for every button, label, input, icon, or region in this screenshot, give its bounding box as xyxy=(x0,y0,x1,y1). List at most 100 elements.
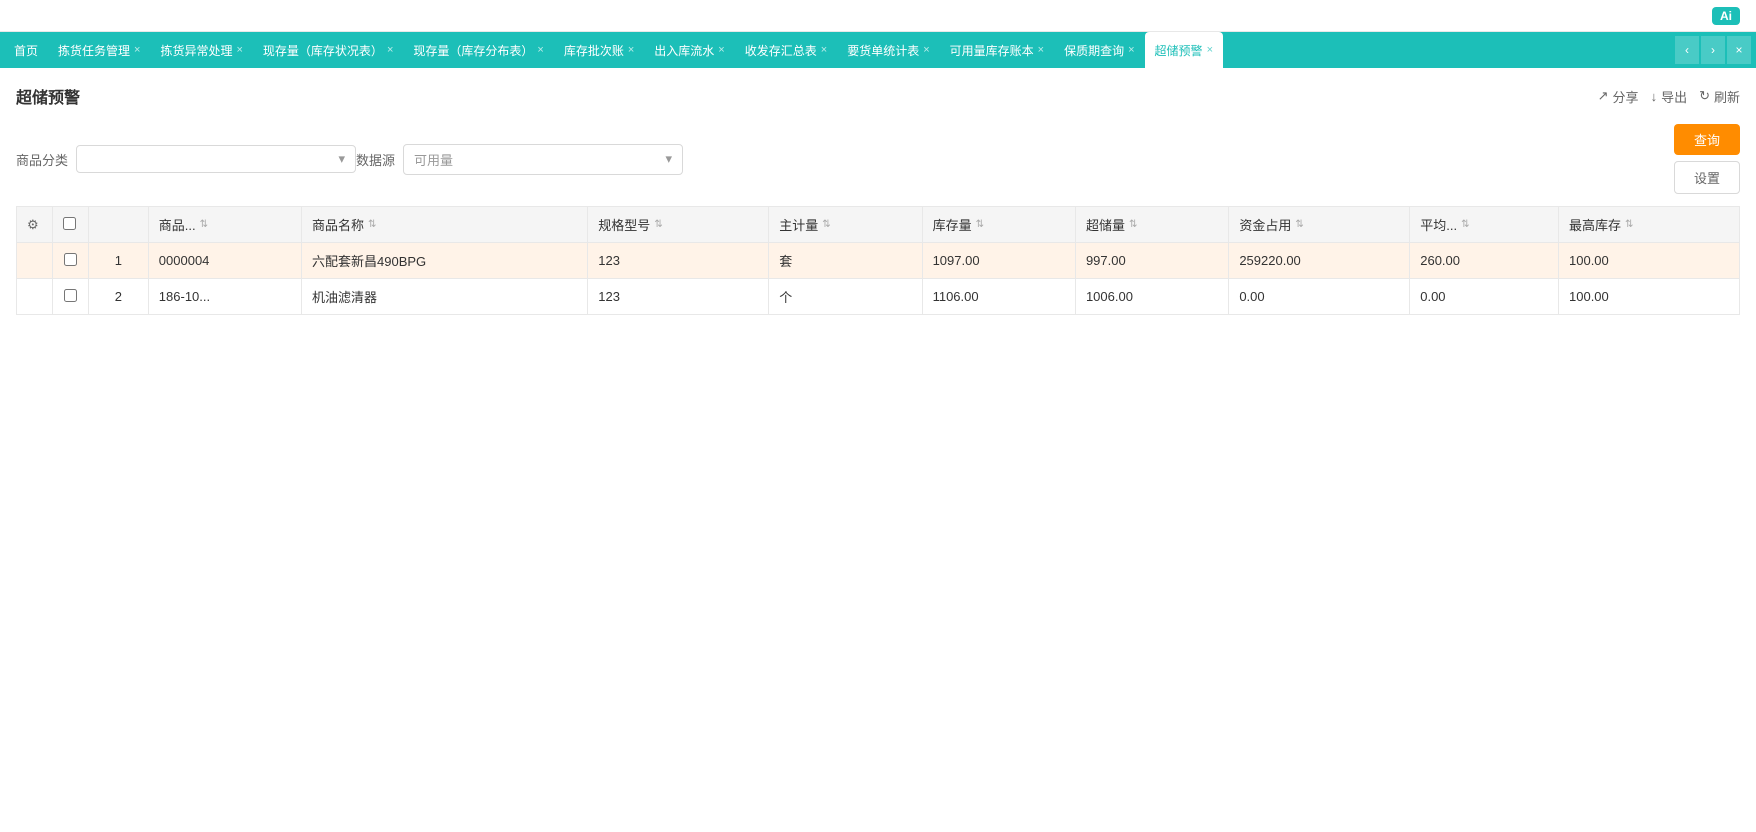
nav-tab-recv-total[interactable]: 收发存汇总表 × xyxy=(735,32,837,68)
col-gear[interactable]: ⚙ xyxy=(17,207,53,243)
nav-tab-inventory-dist[interactable]: 现存量（库存分布表） × xyxy=(403,32,553,68)
select-all-checkbox[interactable] xyxy=(63,217,76,230)
nav-tab-inventory-dist-close[interactable]: × xyxy=(537,44,543,56)
table-header: ⚙ 商品... ⇅ 商品名称 ⇅ xyxy=(17,207,1740,243)
col-spec-sort-icon: ⇅ xyxy=(654,219,662,230)
nav-tab-recv-total-label: 收发存汇总表 xyxy=(745,42,817,59)
col-code-header[interactable]: 商品... ⇅ xyxy=(148,207,301,243)
row-checkbox[interactable] xyxy=(64,253,77,266)
col-stock-header[interactable]: 库存量 ⇅ xyxy=(922,207,1075,243)
refresh-label: 刷新 xyxy=(1714,87,1740,106)
ai-badge: Ai xyxy=(1712,7,1740,25)
category-dropdown-icon: ▾ xyxy=(338,151,345,167)
nav-tab-overstock-warn[interactable]: 超储预警 × xyxy=(1145,32,1223,68)
col-overstock-label: 超储量 xyxy=(1086,215,1125,234)
col-index-header xyxy=(89,207,149,243)
row-max-stock: 100.00 xyxy=(1559,243,1740,279)
col-stock-label: 库存量 xyxy=(933,215,972,234)
nav-tab-recv-total-close[interactable]: × xyxy=(821,44,827,56)
nav-tab-inventory-batch-close[interactable]: × xyxy=(628,44,634,56)
nav-tab-requisition[interactable]: 要货单统计表 × xyxy=(837,32,939,68)
nav-tab-inout-flow-label: 出入库流水 xyxy=(654,42,714,59)
data-table: ⚙ 商品... ⇅ 商品名称 ⇅ xyxy=(16,206,1740,315)
col-overstock-header[interactable]: 超储量 ⇅ xyxy=(1075,207,1228,243)
nav-arrow-close[interactable]: × xyxy=(1727,36,1751,64)
filter-row: 商品分类 ▾ 数据源 可用量 ▾ 查询 设置 xyxy=(16,124,1740,194)
nav-tab-task-mgmt[interactable]: 拣货任务管理 × xyxy=(48,32,150,68)
share-icon: ↗ xyxy=(1598,88,1609,104)
share-button[interactable]: ↗ 分享 xyxy=(1598,87,1639,106)
table-row: 2 186-10... 机油滤清器 123 个 1106.00 1006.00 … xyxy=(17,279,1740,315)
nav-tab-overstock-warn-close[interactable]: × xyxy=(1207,44,1213,56)
nav-tab-exception-label: 拣货异常处理 xyxy=(160,42,232,59)
nav-tab-inventory-status[interactable]: 现存量（库存状况表） × xyxy=(253,32,403,68)
nav-tab-quality-check-label: 保质期查询 xyxy=(1064,42,1124,59)
row-name: 机油滤清器 xyxy=(302,279,588,315)
refresh-button[interactable]: ↻ 刷新 xyxy=(1699,87,1740,106)
nav-bar: 首页 拣货任务管理 × 拣货异常处理 × 现存量（库存状况表） × 现存量（库存… xyxy=(0,32,1756,68)
header-actions: ↗ 分享 ↓ 导出 ↻ 刷新 xyxy=(1598,87,1740,106)
filter-datasource: 数据源 可用量 ▾ xyxy=(356,144,683,175)
nav-arrow-left[interactable]: ‹ xyxy=(1675,36,1699,64)
col-avg-sort-icon: ⇅ xyxy=(1461,219,1469,230)
row-code: 186-10... xyxy=(148,279,301,315)
nav-tab-inout-flow-close[interactable]: × xyxy=(718,44,724,56)
nav-tab-requisition-close[interactable]: × xyxy=(923,44,929,56)
nav-tab-inout-flow[interactable]: 出入库流水 × xyxy=(644,32,734,68)
nav-tab-overstock-warn-label: 超储预警 xyxy=(1155,42,1203,59)
nav-tab-available-ledger-close[interactable]: × xyxy=(1038,44,1044,56)
row-capital: 0.00 xyxy=(1229,279,1410,315)
page-title: 超储预警 xyxy=(16,84,80,108)
export-button[interactable]: ↓ 导出 xyxy=(1651,87,1688,106)
nav-tab-task-mgmt-label: 拣货任务管理 xyxy=(58,42,130,59)
row-checkbox[interactable] xyxy=(64,289,77,302)
main-content: 超储预警 ↗ 分享 ↓ 导出 ↻ 刷新 商品分类 ▾ 数据源 xyxy=(0,68,1756,832)
nav-tab-inventory-dist-label: 现存量（库存分布表） xyxy=(413,42,533,59)
row-checkbox-cell[interactable] xyxy=(53,243,89,279)
col-max-sort-icon: ⇅ xyxy=(1625,219,1633,230)
col-avg-header[interactable]: 平均... ⇅ xyxy=(1410,207,1559,243)
nav-tab-inventory-status-close[interactable]: × xyxy=(387,44,393,56)
nav-arrow-right[interactable]: › xyxy=(1701,36,1725,64)
row-index: 2 xyxy=(89,279,149,315)
table-row: 1 0000004 六配套新昌490BPG 123 套 1097.00 997.… xyxy=(17,243,1740,279)
datasource-select[interactable]: 可用量 ▾ xyxy=(403,144,683,175)
nav-tab-home[interactable]: 首页 xyxy=(4,32,48,68)
nav-tab-exception-close[interactable]: × xyxy=(236,44,242,56)
row-index: 1 xyxy=(89,243,149,279)
page-header: 超储预警 ↗ 分享 ↓ 导出 ↻ 刷新 xyxy=(16,84,1740,108)
col-name-header[interactable]: 商品名称 ⇅ xyxy=(302,207,588,243)
category-label: 商品分类 xyxy=(16,150,68,169)
row-spec: 123 xyxy=(588,243,769,279)
row-spec: 123 xyxy=(588,279,769,315)
row-unit: 个 xyxy=(769,279,922,315)
row-checkbox-cell[interactable] xyxy=(53,279,89,315)
settings-button[interactable]: 设置 xyxy=(1674,161,1740,194)
nav-tab-exception[interactable]: 拣货异常处理 × xyxy=(150,32,252,68)
col-stock-sort-icon: ⇅ xyxy=(976,219,984,230)
nav-tab-task-mgmt-close[interactable]: × xyxy=(134,44,140,56)
row-unit: 套 xyxy=(769,243,922,279)
nav-tab-quality-check-close[interactable]: × xyxy=(1128,44,1134,56)
row-overstock: 997.00 xyxy=(1075,243,1228,279)
col-overstock-sort-icon: ⇅ xyxy=(1129,219,1137,230)
nav-tab-quality-check[interactable]: 保质期查询 × xyxy=(1054,32,1144,68)
col-capital-header[interactable]: 资金占用 ⇅ xyxy=(1229,207,1410,243)
col-checkbox-header[interactable] xyxy=(53,207,89,243)
gear-icon[interactable]: ⚙ xyxy=(27,217,39,232)
nav-tab-home-label: 首页 xyxy=(14,42,38,59)
col-spec-header[interactable]: 规格型号 ⇅ xyxy=(588,207,769,243)
col-unit-header[interactable]: 主计量 ⇅ xyxy=(769,207,922,243)
col-max-header[interactable]: 最高库存 ⇅ xyxy=(1559,207,1740,243)
nav-tab-inventory-batch[interactable]: 库存批次账 × xyxy=(554,32,644,68)
export-label: 导出 xyxy=(1661,87,1687,106)
nav-tab-inventory-batch-label: 库存批次账 xyxy=(564,42,624,59)
nav-arrows: ‹ › × xyxy=(1674,36,1752,64)
col-name-label: 商品名称 xyxy=(312,215,364,234)
category-select[interactable]: ▾ xyxy=(76,145,356,173)
nav-tab-available-ledger-label: 可用量库存账本 xyxy=(950,42,1034,59)
nav-tab-available-ledger[interactable]: 可用量库存账本 × xyxy=(940,32,1054,68)
query-button[interactable]: 查询 xyxy=(1674,124,1740,155)
row-stock: 1097.00 xyxy=(922,243,1075,279)
row-stock: 1106.00 xyxy=(922,279,1075,315)
